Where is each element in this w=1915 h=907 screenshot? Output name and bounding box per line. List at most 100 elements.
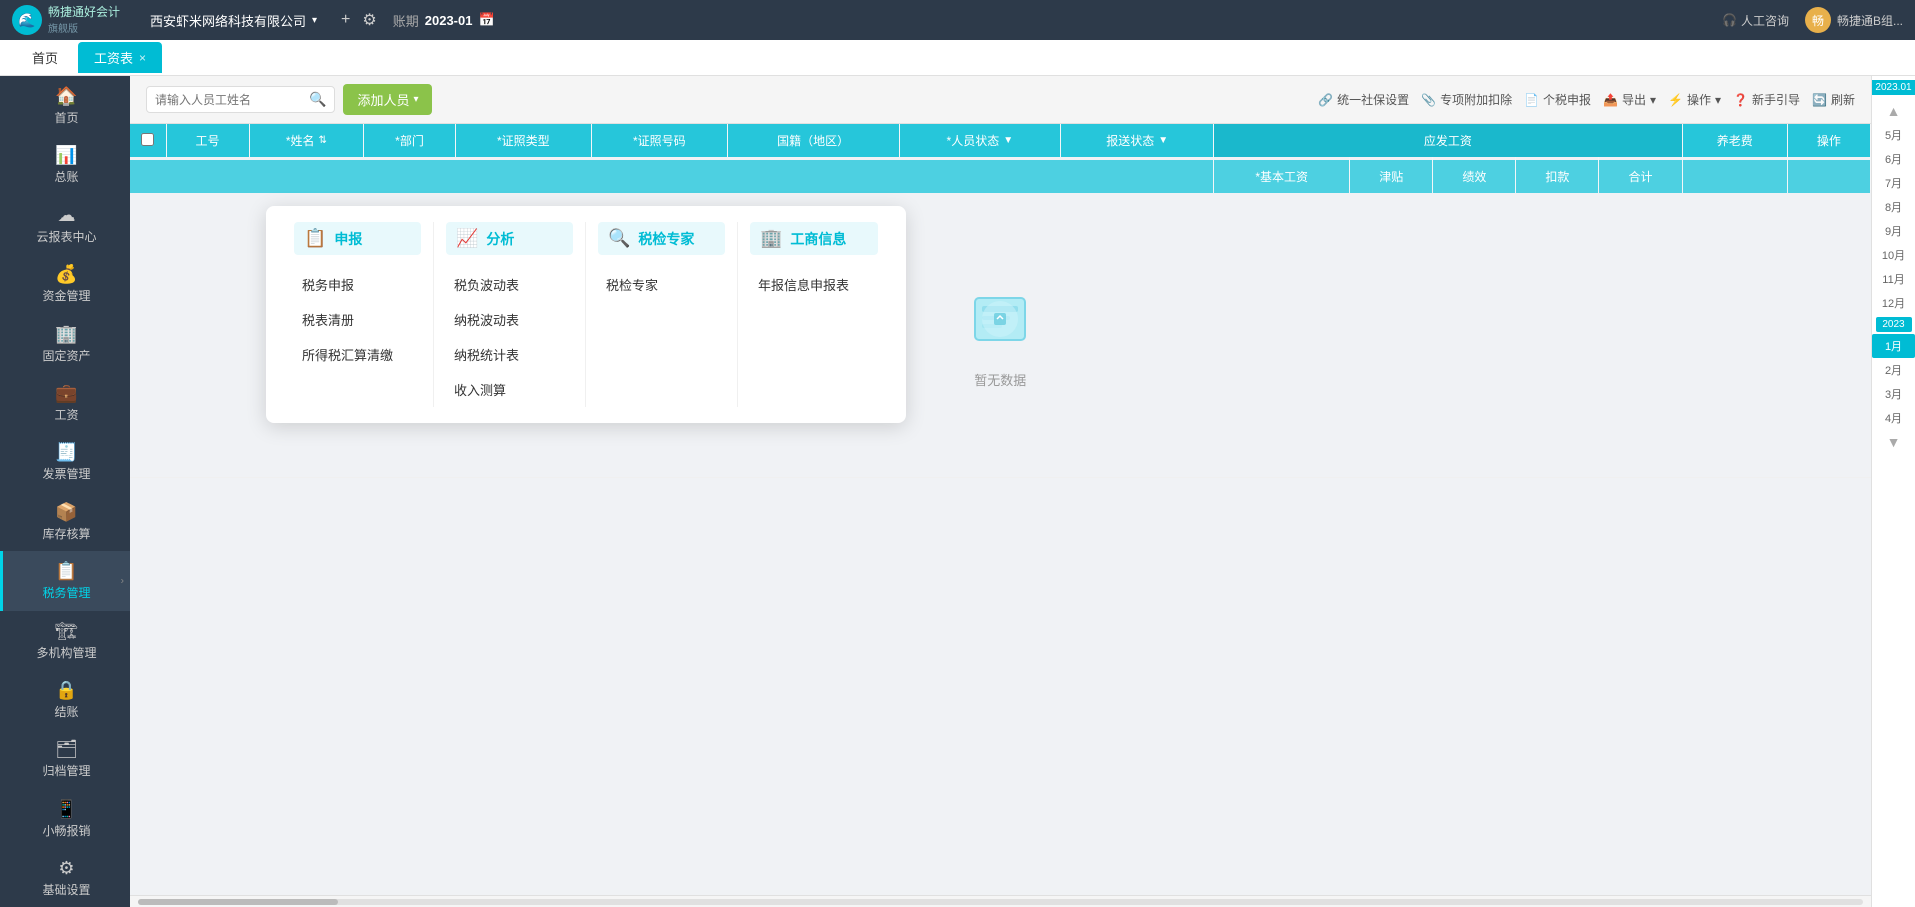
chevron-down-icon: ▾: [312, 15, 317, 26]
sidebar-item-inventory[interactable]: 📦 库存核算: [0, 492, 130, 551]
col-status[interactable]: *人员状态 ▼: [899, 124, 1061, 157]
sidebar: 🏠 首页 📊 总账 ☁ 云报表中心 💰 资金管理 🏢 固定资产 💼 工资 🧾 发…: [0, 76, 130, 907]
col-dept: *部门: [364, 124, 456, 157]
add-dropdown-arrow-icon: ▾: [413, 94, 418, 105]
select-all-header[interactable]: [130, 124, 166, 157]
scroll-track: [138, 899, 1863, 905]
logo-text: 畅捷通好会计: [48, 5, 120, 19]
company-name: 西安虾米网络科技有限公司: [150, 11, 306, 30]
popup-section-business: 🏢 工商信息 年报信息申报表: [738, 222, 890, 407]
social-insurance-button[interactable]: 🔗 统一社保设置: [1318, 91, 1409, 108]
menu-item-tax-check[interactable]: 税检专家: [598, 267, 725, 302]
help-button[interactable]: 🎧 人工咨询: [1722, 12, 1789, 29]
menu-item-tax-burden[interactable]: 税负波动表: [446, 267, 573, 302]
period-value[interactable]: 2023-01: [425, 13, 473, 28]
timeline-month-3[interactable]: 3月: [1872, 382, 1915, 406]
col-name[interactable]: *姓名 ⇅: [249, 124, 364, 157]
company-selector[interactable]: 西安虾米网络科技有限公司 ▾: [142, 7, 325, 34]
menu-item-income-estimate[interactable]: 收入测算: [446, 372, 573, 407]
newbie-guide-button[interactable]: ❓ 新手引导: [1733, 91, 1800, 108]
col-report-status[interactable]: 报送状态 ▼: [1061, 124, 1214, 157]
tab-home[interactable]: 首页: [16, 42, 74, 73]
business-icon: 🏢: [760, 228, 782, 249]
calendar-icon[interactable]: 📅: [478, 12, 494, 28]
sidebar-item-cloud[interactable]: ☁ 云报表中心: [0, 195, 130, 254]
business-title: 工商信息: [790, 229, 846, 249]
sidebar-item-report[interactable]: 📱 小畅报销: [0, 789, 130, 848]
right-timeline: 2023.01 ▲ 5月 6月 7月 8月 9月 10月 11月 12月 202…: [1871, 76, 1915, 907]
user-info[interactable]: 畅 畅捷通B组...: [1805, 7, 1903, 33]
logo-sub: 旗舰版: [48, 20, 120, 35]
menu-item-tax-flow[interactable]: 纳税波动表: [446, 302, 573, 337]
menu-item-annual-report[interactable]: 年报信息申报表: [750, 267, 878, 302]
tab-salary-label: 工资表: [94, 48, 133, 67]
timeline-month-5[interactable]: 5月: [1872, 123, 1915, 147]
avatar: 畅: [1805, 7, 1831, 33]
sidebar-item-assets[interactable]: 🏢 固定资产: [0, 314, 130, 373]
sidebar-item-archive[interactable]: 🗂 归档管理: [0, 729, 130, 788]
sidebar-label-salary: 工资: [54, 408, 78, 422]
main-layout: 🏠 首页 📊 总账 ☁ 云报表中心 💰 资金管理 🏢 固定资产 💼 工资 🧾 发…: [0, 76, 1915, 907]
timeline-month-6[interactable]: 6月: [1872, 147, 1915, 171]
sidebar-item-closing[interactable]: 🔒 结账: [0, 670, 130, 729]
add-person-button[interactable]: 添加人员 ▾: [343, 84, 432, 115]
question-icon: ❓: [1733, 93, 1748, 107]
tab-salary[interactable]: 工资表 ×: [78, 42, 162, 73]
menu-item-tax-stat[interactable]: 纳税统计表: [446, 337, 573, 372]
settings-icon[interactable]: ⚙: [362, 10, 376, 30]
add-company-icon[interactable]: +: [341, 11, 350, 29]
sidebar-item-capital[interactable]: 💰 资金管理: [0, 254, 130, 313]
closing-icon: 🔒: [55, 680, 77, 701]
timeline-nav-up[interactable]: ▲: [1883, 99, 1905, 123]
menu-item-tax-form[interactable]: 税表清册: [294, 302, 421, 337]
sub-col-pension: [1682, 160, 1787, 193]
popup-grid: 📋 申报 税务申报 税表清册 所得税汇算清缴 📈 分析 税负波动表 纳税波动表 …: [282, 222, 890, 407]
timeline-month-4[interactable]: 4月: [1872, 406, 1915, 430]
invoice-icon: 🧾: [55, 442, 77, 463]
col-id-type: *证照类型: [455, 124, 591, 157]
timeline-month-7[interactable]: 7月: [1872, 171, 1915, 195]
timeline-month-2[interactable]: 2月: [1872, 358, 1915, 382]
timeline-month-8[interactable]: 8月: [1872, 195, 1915, 219]
select-all-checkbox[interactable]: [141, 133, 154, 146]
toolbar: 🔍 添加人员 ▾ 🔗 统一社保设置 📎 专项附加扣除 📄 个税申报: [130, 76, 1871, 124]
sidebar-label-home: 首页: [54, 111, 78, 125]
sidebar-item-invoice[interactable]: 🧾 发票管理: [0, 432, 130, 491]
operation-icon: ⚡: [1668, 93, 1683, 107]
empty-icon: [960, 278, 1040, 358]
special-deduction-button[interactable]: 📎 专项附加扣除: [1421, 91, 1512, 108]
timeline-month-11[interactable]: 11月: [1872, 267, 1915, 291]
timeline-month-10[interactable]: 10月: [1872, 243, 1915, 267]
empty-text: 暂无数据: [974, 370, 1026, 389]
scroll-thumb[interactable]: [138, 899, 338, 905]
tax-report-button[interactable]: 📄 个税申报: [1524, 91, 1591, 108]
sidebar-item-home[interactable]: 🏠 首页: [0, 76, 130, 135]
sidebar-label-capital: 资金管理: [42, 289, 90, 303]
timeline-month-12[interactable]: 12月: [1872, 291, 1915, 315]
export-icon: 📤: [1603, 93, 1618, 107]
menu-item-income-calc[interactable]: 所得税汇算清缴: [294, 337, 421, 372]
sidebar-item-multi[interactable]: 🏗 多机构管理: [0, 611, 130, 670]
sidebar-item-tax[interactable]: 📋 税务管理 ›: [0, 551, 130, 610]
operation-button[interactable]: ⚡ 操作 ▾: [1668, 91, 1721, 108]
home-icon: 🏠: [55, 86, 77, 107]
menu-item-tax-report[interactable]: 税务申报: [294, 267, 421, 302]
refresh-button[interactable]: 🔄 刷新: [1812, 91, 1855, 108]
export-button[interactable]: 📤 导出 ▾: [1603, 91, 1656, 108]
doc-icon: 📄: [1524, 93, 1539, 107]
sidebar-item-salary[interactable]: 💼 工资: [0, 373, 130, 432]
timeline-nav-down[interactable]: ▼: [1883, 430, 1905, 454]
tab-close-icon[interactable]: ×: [139, 51, 146, 65]
bottom-scrollbar[interactable]: [130, 895, 1871, 907]
sidebar-item-settings[interactable]: ⚙ 基础设置: [0, 848, 130, 907]
sidebar-label-settings: 基础设置: [42, 883, 90, 897]
sidebar-label-closing: 结账: [54, 705, 78, 719]
analysis-header: 📈 分析: [446, 222, 573, 255]
declaration-title: 申报: [334, 229, 362, 249]
search-input[interactable]: [155, 93, 305, 107]
timeline-month-1[interactable]: 1月: [1872, 334, 1915, 358]
sidebar-item-ledger[interactable]: 📊 总账: [0, 135, 130, 194]
archive-icon: 🗂: [55, 739, 78, 760]
tab-bar: 首页 工资表 ×: [0, 40, 1915, 76]
timeline-month-9[interactable]: 9月: [1872, 219, 1915, 243]
